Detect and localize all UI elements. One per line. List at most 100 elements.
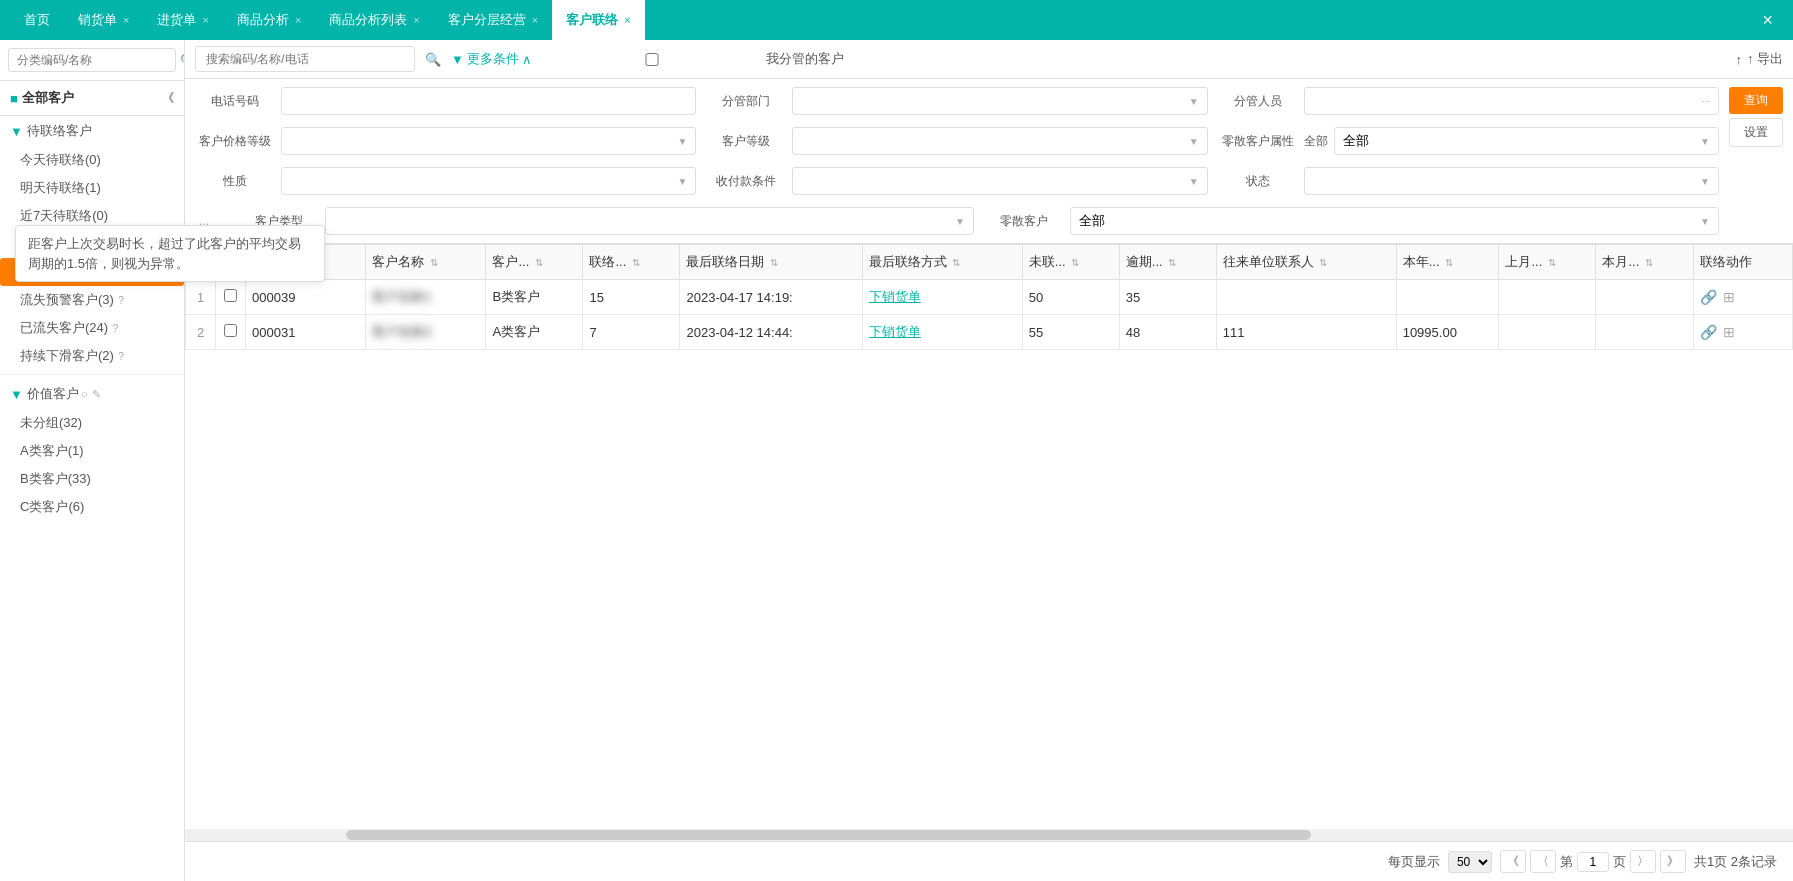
sort-overdue-icon[interactable]: ⇅: [1168, 257, 1176, 268]
nav-product-list-close[interactable]: ×: [413, 14, 419, 26]
nav-product-list[interactable]: 商品分析列表 ×: [315, 0, 433, 40]
sort-uncontacted-icon[interactable]: ⇅: [1071, 257, 1079, 268]
churned-help-icon[interactable]: ?: [112, 322, 118, 334]
sort-method-icon[interactable]: ⇅: [952, 257, 960, 268]
sidebar-item-class-c[interactable]: C类客户(6): [0, 493, 184, 521]
nav-purchase[interactable]: 进货单 ×: [143, 0, 222, 40]
sidebar-item-declining[interactable]: 持续下滑客户(2) ?: [0, 342, 184, 370]
sort-last-month-icon[interactable]: ⇅: [1548, 257, 1556, 268]
col-overdue[interactable]: 逾期... ⇅: [1119, 245, 1216, 280]
nature-chevron-icon: ▼: [677, 176, 687, 187]
sidebar-item-class-a[interactable]: A类客户(1): [0, 437, 184, 465]
row-this-year-1: [1396, 280, 1499, 315]
nav-sales[interactable]: 销货单 ×: [64, 0, 143, 40]
nav-customer-contact-close[interactable]: ×: [624, 14, 630, 26]
horizontal-scrollbar[interactable]: [185, 829, 1793, 841]
sort-this-month-icon[interactable]: ⇅: [1645, 257, 1653, 268]
row-level-1: B类客户: [486, 280, 583, 315]
my-customers-checkbox[interactable]: [542, 53, 762, 66]
row-2-grid-icon[interactable]: ⊞: [1723, 324, 1735, 340]
nav-customer-tier-close[interactable]: ×: [532, 14, 538, 26]
last-page-button[interactable]: 》: [1660, 850, 1686, 873]
col-contact-person[interactable]: 往来单位联系人 ⇅: [1216, 245, 1396, 280]
settings-button[interactable]: 设置: [1729, 118, 1783, 147]
col-level[interactable]: 客户... ⇅: [486, 245, 583, 280]
payment-select[interactable]: ▼: [792, 167, 1207, 195]
nav-purchase-close[interactable]: ×: [202, 14, 208, 26]
col-last-month[interactable]: 上月... ⇅: [1499, 245, 1596, 280]
search-input[interactable]: [195, 46, 415, 72]
nav-home[interactable]: 首页: [10, 0, 64, 40]
sidebar-collapse-icon[interactable]: 《: [162, 90, 174, 107]
col-uncontacted[interactable]: 未联... ⇅: [1022, 245, 1119, 280]
customer-type-select[interactable]: ▼: [325, 207, 974, 235]
customer-level-chevron-icon: ▼: [1189, 136, 1199, 147]
sidebar-group-pending[interactable]: ▼ 待联络客户: [0, 116, 184, 146]
price-level-select[interactable]: ▼: [281, 127, 696, 155]
window-close-button[interactable]: ×: [1752, 10, 1783, 31]
export-icon: ↑: [1735, 52, 1742, 67]
more-conditions-button[interactable]: ▼ 更多条件 ∧: [451, 50, 532, 68]
row-check-2[interactable]: [216, 315, 246, 350]
my-customers-filter[interactable]: 我分管的客户: [542, 50, 844, 68]
nav-product-analysis-close[interactable]: ×: [295, 14, 301, 26]
dept-select[interactable]: ▼: [792, 87, 1207, 115]
per-page-select[interactable]: 50: [1448, 851, 1492, 873]
col-last-date[interactable]: 最后联络日期 ⇅: [680, 245, 862, 280]
status-select[interactable]: ▼: [1304, 167, 1719, 195]
sort-level-icon[interactable]: ⇅: [535, 257, 543, 268]
churn-warning-help-icon[interactable]: ?: [118, 294, 124, 306]
nav-sales-close[interactable]: ×: [123, 14, 129, 26]
scrollbar-thumb[interactable]: [346, 830, 1311, 840]
row-overdue-2: 48: [1119, 315, 1216, 350]
nav-product-analysis[interactable]: 商品分析 ×: [223, 0, 315, 40]
phone-input[interactable]: [281, 87, 696, 115]
search-button[interactable]: 🔍: [425, 52, 441, 67]
sidebar-group-value[interactable]: ▼ 价值客户 ○ ✎: [0, 379, 184, 409]
chevron-up-icon: ∧: [522, 52, 532, 67]
sidebar-search-input[interactable]: [8, 48, 176, 72]
page-input[interactable]: [1577, 852, 1609, 872]
table-row: 1 000039 客户名称1 B类客户 15 2023-04-17 14:19:…: [186, 280, 1793, 315]
col-this-year[interactable]: 本年... ⇅: [1396, 245, 1499, 280]
sidebar-item-churn-warning[interactable]: 流失预警客户(3) ?: [0, 286, 184, 314]
row-check-1[interactable]: [216, 280, 246, 315]
sort-date-icon[interactable]: ⇅: [770, 257, 778, 268]
sidebar-item-ungrouped[interactable]: 未分组(32): [0, 409, 184, 437]
col-contact-count[interactable]: 联络... ⇅: [583, 245, 680, 280]
col-name[interactable]: 客户名称 ⇅: [366, 245, 486, 280]
nature-select[interactable]: ▼: [281, 167, 696, 195]
sort-contact-icon[interactable]: ⇅: [632, 257, 640, 268]
data-table-container[interactable]: ⚙ 客户编码 ⇅ 客户名称 ⇅ 客户...: [185, 244, 1793, 829]
sidebar-edit-icon[interactable]: ✎: [92, 388, 101, 401]
prev-page-button[interactable]: 〈: [1530, 850, 1556, 873]
nav-customer-contact[interactable]: 客户联络 ×: [552, 0, 644, 40]
row-2-link-icon[interactable]: 🔗: [1700, 324, 1717, 340]
export-button[interactable]: ↑ ↑ 导出: [1735, 50, 1783, 68]
col-last-method[interactable]: 最后联络方式 ⇅: [862, 245, 1022, 280]
col-this-month[interactable]: 本月... ⇅: [1596, 245, 1693, 280]
row-1-link-icon[interactable]: 🔗: [1700, 289, 1717, 305]
row-last-method-2[interactable]: 下销货单: [862, 315, 1022, 350]
declining-help-icon[interactable]: ?: [118, 350, 124, 362]
sort-contact-person-icon[interactable]: ⇅: [1319, 257, 1327, 268]
nav-customer-tier[interactable]: 客户分层经营 ×: [434, 0, 552, 40]
retail-customer-select[interactable]: 全部 ▼: [1070, 207, 1719, 235]
retail-attr-select[interactable]: 全部 ▼: [1334, 127, 1719, 155]
first-page-button[interactable]: 《: [1500, 850, 1526, 873]
person-select[interactable]: ···: [1304, 87, 1719, 115]
sort-this-year-icon[interactable]: ⇅: [1445, 257, 1453, 268]
sidebar-item-churned[interactable]: 已流失客户(24) ?: [0, 314, 184, 342]
row-2-checkbox[interactable]: [224, 324, 237, 337]
customer-level-select[interactable]: ▼: [792, 127, 1207, 155]
sidebar-item-class-b[interactable]: B类客户(33): [0, 465, 184, 493]
sidebar-item-tomorrow[interactable]: 明天待联络(1): [0, 174, 184, 202]
row-last-method-1[interactable]: 下销货单: [862, 280, 1022, 315]
sidebar-item-today[interactable]: 今天待联络(0): [0, 146, 184, 174]
row-1-checkbox[interactable]: [224, 289, 237, 302]
sidebar-all-customers[interactable]: ■ 全部客户 《: [0, 81, 184, 116]
next-page-button[interactable]: 〉: [1630, 850, 1656, 873]
sort-name-icon[interactable]: ⇅: [430, 257, 438, 268]
row-1-grid-icon[interactable]: ⊞: [1723, 289, 1735, 305]
query-button[interactable]: 查询: [1729, 87, 1783, 114]
